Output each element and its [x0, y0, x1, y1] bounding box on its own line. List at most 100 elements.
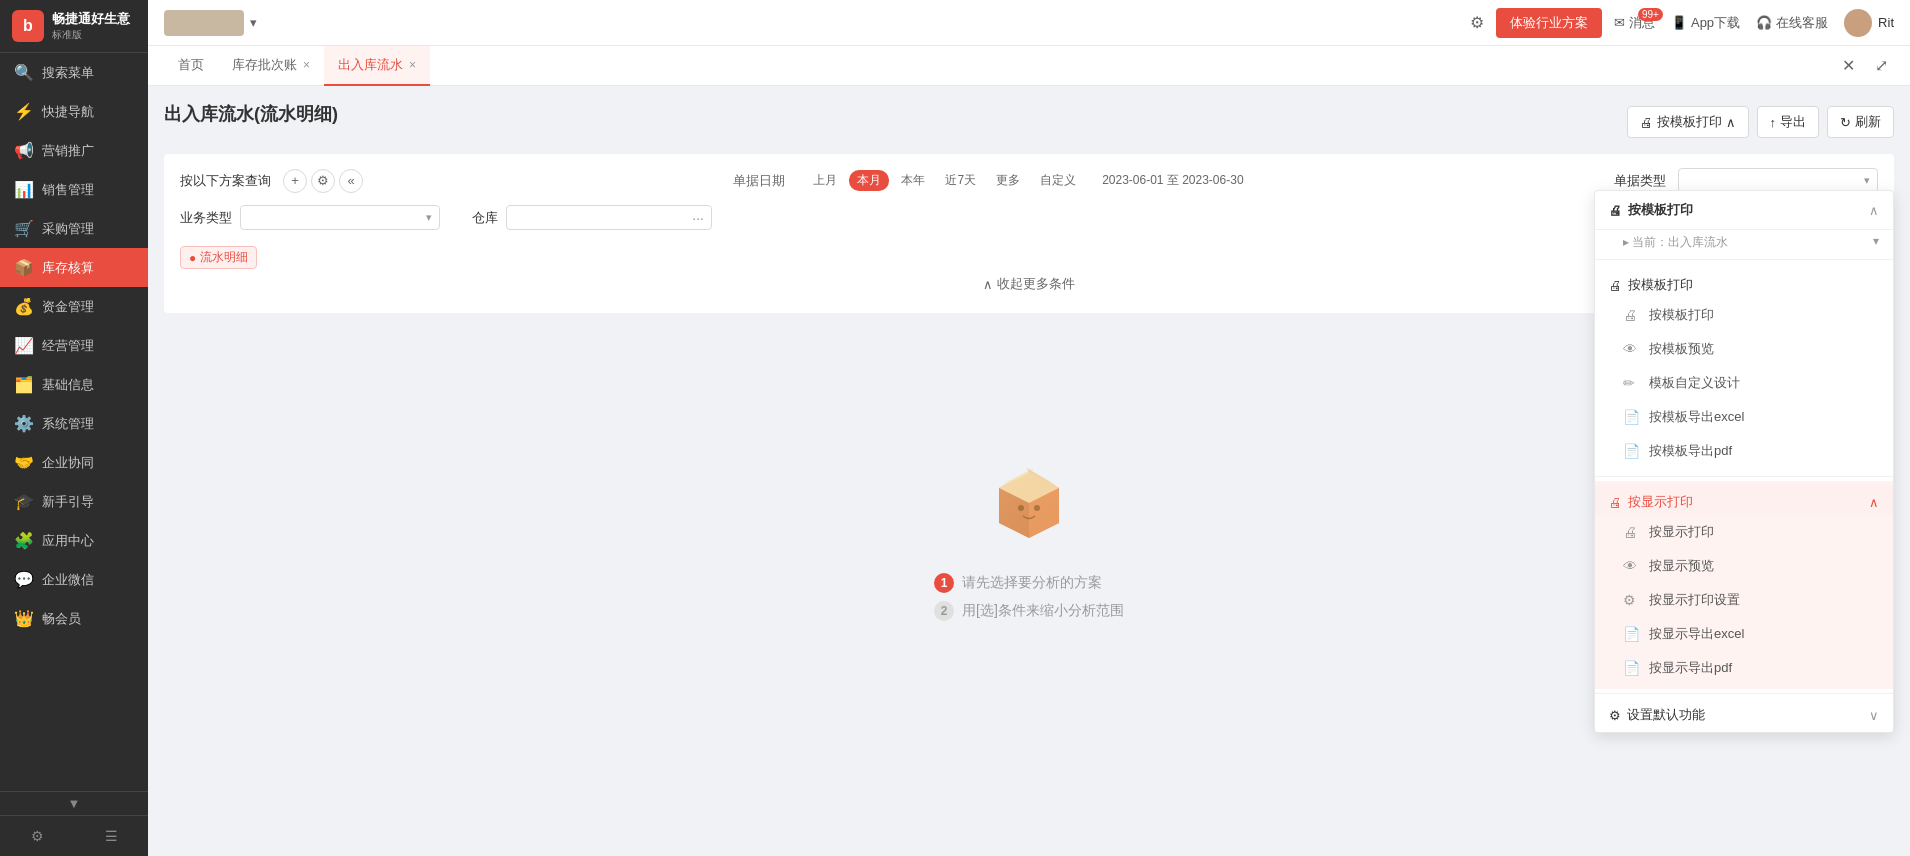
biz-type-select[interactable] [240, 205, 440, 230]
template-print-section-header: 🖨 按模板打印 [1595, 268, 1893, 298]
item-pdf-icon: 📄 [1623, 443, 1641, 459]
date-shortcuts: 上月 本月 本年 近7天 更多 自定义 [805, 170, 1084, 191]
app-download-btn[interactable]: 📱 App下载 [1671, 14, 1740, 32]
template-export-excel-item[interactable]: 📄 按模板导出excel [1595, 400, 1893, 434]
online-service-btn[interactable]: 🎧 在线客服 [1756, 14, 1828, 32]
wechat-icon: 💬 [14, 570, 34, 589]
sidebar-settings-btn[interactable]: ⚙ [23, 824, 52, 848]
sidebar-item-apps[interactable]: 🧩 应用中心 [0, 521, 148, 560]
template-export-pdf-item[interactable]: 📄 按模板导出pdf [1595, 434, 1893, 468]
user-avatar [164, 10, 244, 36]
item-display-excel-icon: 📄 [1623, 626, 1641, 642]
tab-batch-accounts[interactable]: 库存批次账 × [218, 46, 324, 86]
display-preview-item[interactable]: 👁 按显示预览 [1595, 549, 1893, 583]
item-preview-icon: 👁 [1623, 341, 1641, 357]
warehouse-label: 仓库 [472, 209, 498, 227]
default-function-chevron-icon[interactable]: ∨ [1869, 708, 1879, 723]
display-section-chevron-icon[interactable]: ∧ [1869, 495, 1879, 510]
sidebar-logo: b 畅捷通好生意 标准版 [0, 0, 148, 53]
sidebar-item-search[interactable]: 🔍 搜索菜单 [0, 53, 148, 92]
template-print-item[interactable]: 🖨 按模板打印 [1595, 298, 1893, 332]
topbar-dropdown-icon[interactable]: ▾ [250, 15, 257, 30]
message-btn[interactable]: ✉ 消息 99+ [1614, 14, 1655, 32]
empty-state-icon [979, 453, 1079, 553]
filter-settings-btn[interactable]: ⚙ [311, 169, 335, 193]
template-print-section: 🖨 按模板打印 🖨 按模板打印 👁 按模板预览 ✏ 模板自定义设计 [1595, 264, 1893, 472]
trial-industry-button[interactable]: 体验行业方案 [1496, 8, 1602, 38]
finance-icon: 💰 [14, 297, 34, 316]
display-print-item[interactable]: 🖨 按显示打印 [1595, 515, 1893, 549]
tab-close-batch-accounts[interactable]: × [303, 58, 310, 72]
display-print-settings-item[interactable]: ⚙ 按显示打印设置 [1595, 583, 1893, 617]
template-preview-item[interactable]: 👁 按模板预览 [1595, 332, 1893, 366]
dropdown-panel-title: 🖨 按模板打印 [1609, 201, 1693, 219]
step-1-number: 1 [934, 573, 954, 593]
tab-close-flow[interactable]: × [409, 58, 416, 72]
template-print-button[interactable]: 🖨 按模板打印 ∧ [1627, 106, 1749, 138]
sidebar-item-business[interactable]: 📈 经营管理 [0, 326, 148, 365]
filter-add-btn[interactable]: + [283, 169, 307, 193]
step-2-number: 2 [934, 601, 954, 621]
display-print-section-header: 🖨 按显示打印 ∧ [1595, 485, 1893, 515]
date-more[interactable]: 更多 [988, 170, 1028, 191]
default-function-row[interactable]: ⚙ 设置默认功能 ∨ [1595, 698, 1893, 732]
sidebar-item-system[interactable]: ⚙️ 系统管理 [0, 404, 148, 443]
sidebar-menu-btn[interactable]: ☰ [97, 824, 126, 848]
sales-icon: 📊 [14, 180, 34, 199]
item-display-pdf-icon: 📄 [1623, 660, 1641, 676]
warehouse-input[interactable] [506, 205, 712, 230]
chevron-up-icon-2: ∧ [983, 277, 993, 292]
warehouse-dots-icon[interactable]: ··· [692, 210, 704, 226]
business-icon: 📈 [14, 336, 34, 355]
item-design-icon: ✏ [1623, 375, 1641, 391]
sidebar-item-newbie[interactable]: 🎓 新手引导 [0, 482, 148, 521]
sidebar-bottom: ⚙ ☰ [0, 815, 148, 856]
tab-home[interactable]: 首页 [164, 46, 218, 86]
template-custom-item[interactable]: ✏ 模板自定义设计 [1595, 366, 1893, 400]
display-export-excel-item[interactable]: 📄 按显示导出excel [1595, 617, 1893, 651]
sidebar-item-enterprise[interactable]: 🤝 企业协同 [0, 443, 148, 482]
window-close-btn[interactable]: ✕ [1836, 54, 1861, 77]
topbar-right-user[interactable]: Rit [1844, 9, 1894, 37]
printer-icon-2: 🖨 [1609, 203, 1622, 218]
empty-step-2: 2 用[选]条件来缩小分析范围 [934, 601, 1124, 621]
message-badge: 99+ [1638, 8, 1663, 21]
item-display-print-icon: 🖨 [1623, 524, 1641, 540]
window-buttons: ✕ ⤢ [1836, 54, 1894, 77]
filter-action-buttons: + ⚙ « [283, 169, 363, 193]
doc-type-label: 单据类型 [1614, 172, 1666, 190]
section-display-printer-icon: 🖨 [1609, 495, 1622, 510]
sidebar-item-sales[interactable]: 📊 销售管理 [0, 170, 148, 209]
sidebar-item-quick-nav[interactable]: ⚡ 快捷导航 [0, 92, 148, 131]
sidebar-item-vip[interactable]: 👑 畅会员 [0, 599, 148, 638]
date-custom[interactable]: 自定义 [1032, 170, 1084, 191]
svg-point-6 [1018, 505, 1024, 511]
topbar-settings-icon[interactable]: ⚙ [1470, 13, 1484, 32]
sidebar: b 畅捷通好生意 标准版 🔍 搜索菜单 ⚡ 快捷导航 📢 营销推广 📊 销售管理… [0, 0, 148, 856]
sidebar-item-finance[interactable]: 💰 资金管理 [0, 287, 148, 326]
date-this-month[interactable]: 本月 [849, 170, 889, 191]
message-icon: ✉ [1614, 15, 1625, 30]
sidebar-item-basic[interactable]: 🗂️ 基础信息 [0, 365, 148, 404]
display-export-pdf-item[interactable]: 📄 按显示导出pdf [1595, 651, 1893, 685]
tab-flow[interactable]: 出入库流水 × [324, 46, 430, 86]
sidebar-item-purchase[interactable]: 🛒 采购管理 [0, 209, 148, 248]
sidebar-item-inventory[interactable]: 📦 库存核算 [0, 248, 148, 287]
date-last7days[interactable]: 近7天 [937, 170, 984, 191]
sidebar-scroll-down[interactable]: ▼ [0, 791, 148, 815]
sidebar-item-marketing[interactable]: 📢 营销推广 [0, 131, 148, 170]
empty-step-1: 1 请先选择要分析的方案 [934, 573, 1124, 593]
app-name-text: 畅捷通好生意 标准版 [52, 11, 130, 41]
export-button[interactable]: ↑ 导出 [1757, 106, 1820, 138]
current-chevron: ▾ [1873, 234, 1879, 248]
date-prev-month[interactable]: 上月 [805, 170, 845, 191]
refresh-button[interactable]: ↻ 刷新 [1827, 106, 1894, 138]
date-this-year[interactable]: 本年 [893, 170, 933, 191]
dropdown-chevron-icon[interactable]: ∧ [1869, 203, 1879, 218]
window-maximize-btn[interactable]: ⤢ [1869, 54, 1894, 77]
sidebar-item-wechat[interactable]: 💬 企业微信 [0, 560, 148, 599]
topbar-user[interactable]: ▾ [164, 10, 1458, 36]
app-logo-icon: b [12, 10, 44, 42]
divider-2 [1595, 476, 1893, 477]
filter-collapse-btn[interactable]: « [339, 169, 363, 193]
